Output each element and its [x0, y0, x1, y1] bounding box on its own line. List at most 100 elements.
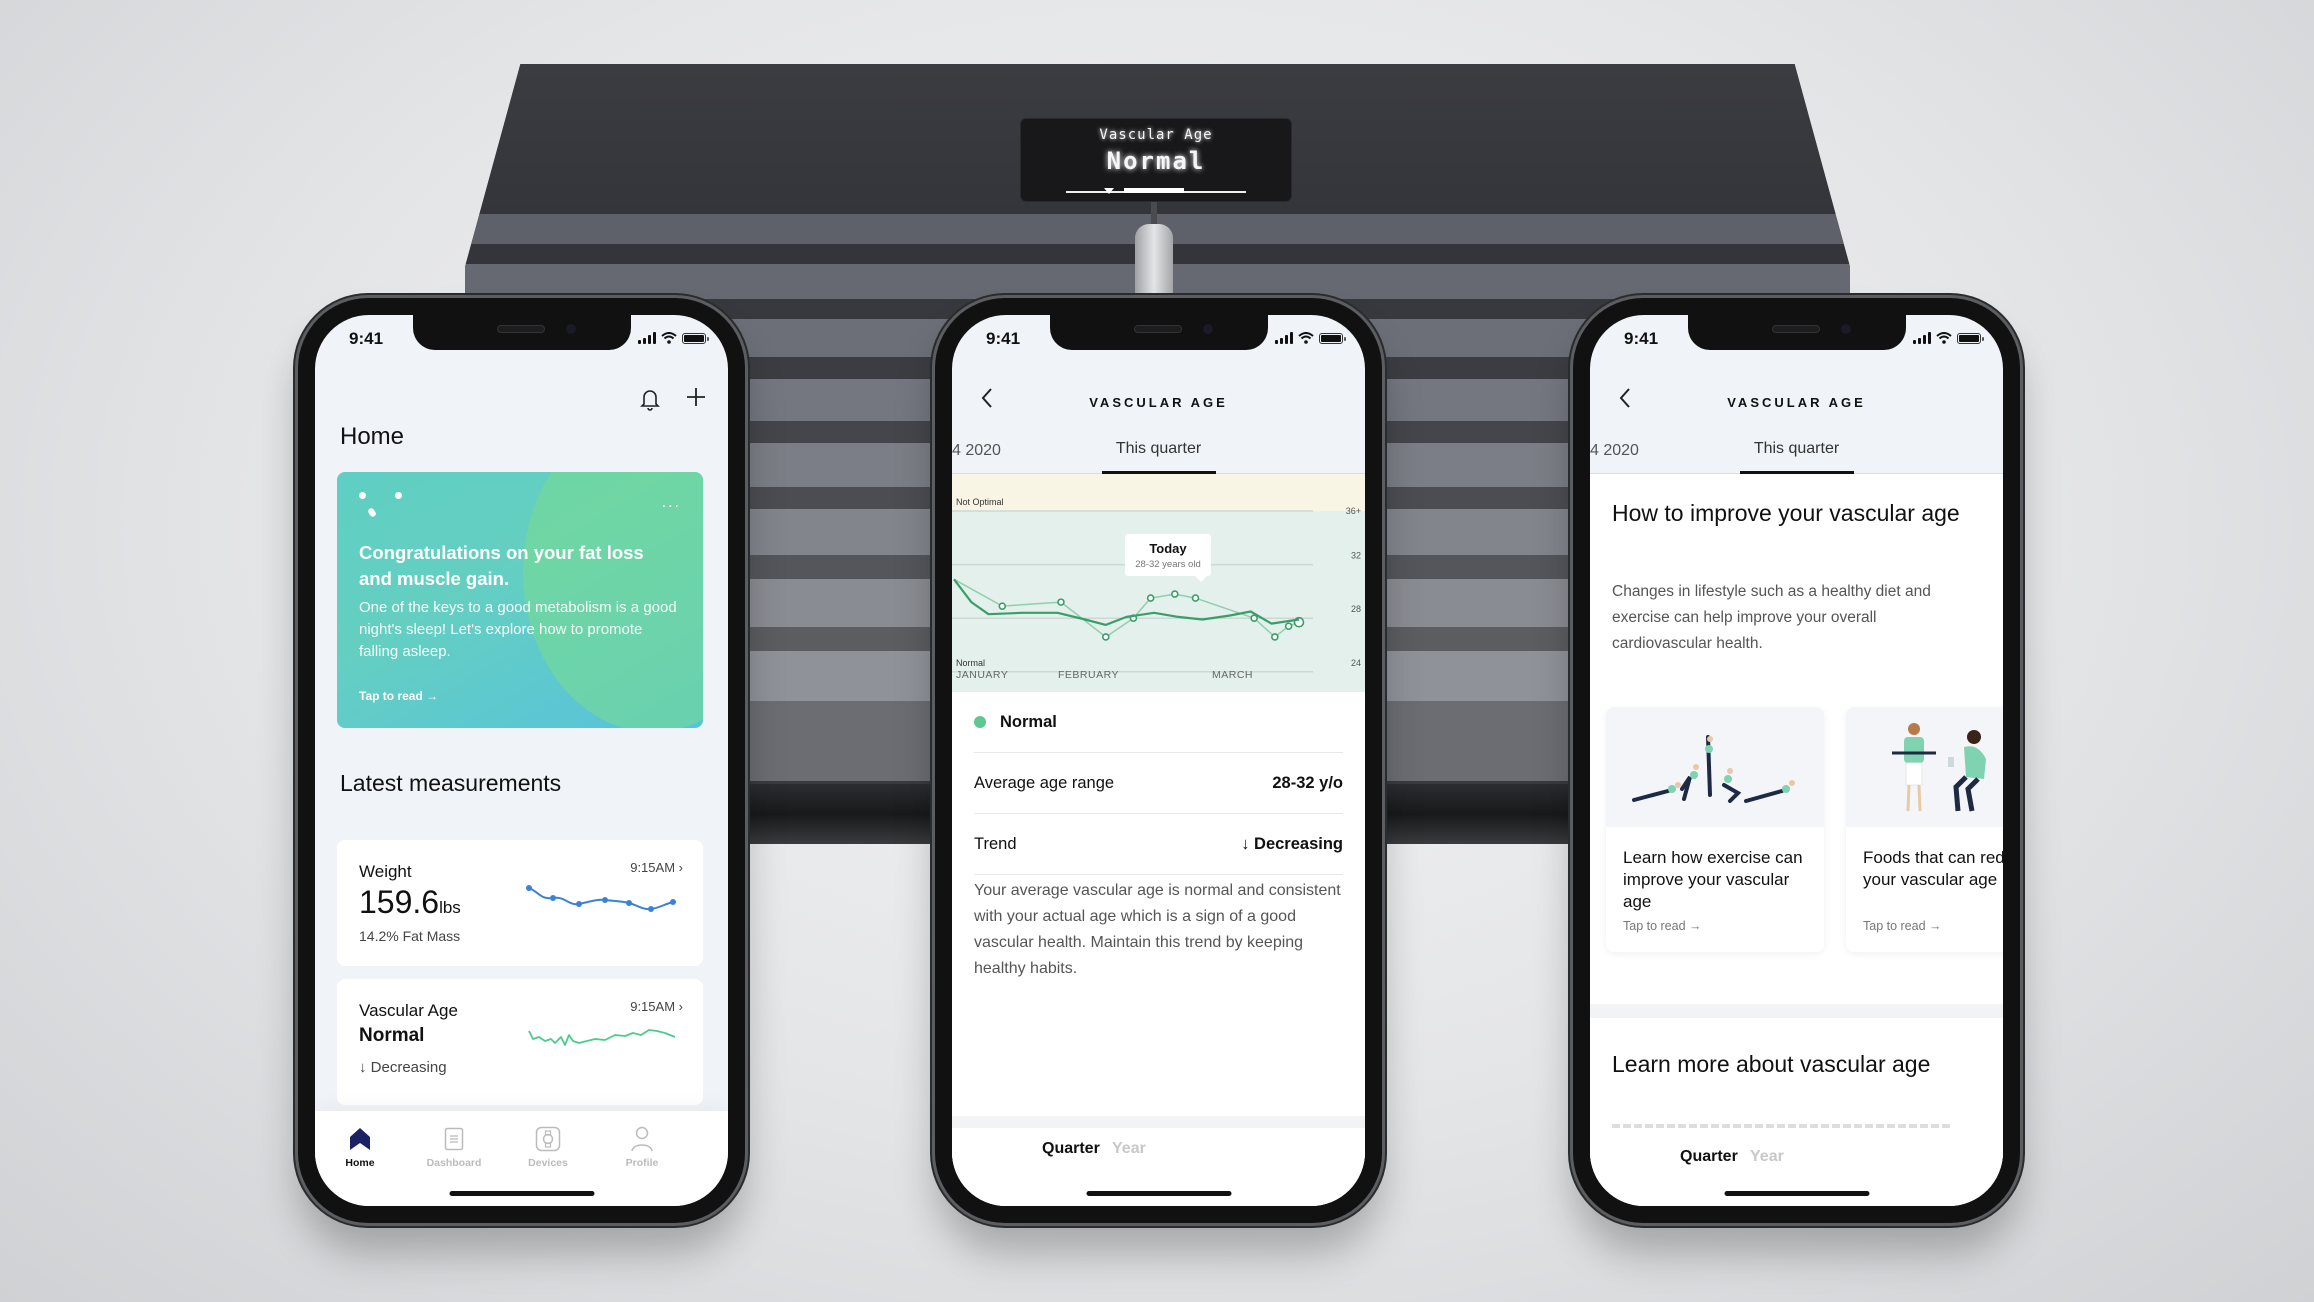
- measurement-label: Vascular Age: [359, 1001, 458, 1020]
- measurement-trend: ↓ Decreasing: [359, 1059, 447, 1076]
- chevron-right-icon: ›: [678, 860, 683, 875]
- data-point: [1271, 633, 1279, 641]
- y-tick-label: 32: [1351, 551, 1361, 561]
- dashboard-icon: [444, 1127, 464, 1151]
- measurement-label: Weight: [359, 862, 412, 881]
- home-indicator[interactable]: [1724, 1191, 1869, 1196]
- signal-icon: [1913, 332, 1931, 344]
- home-screen: 9:41 Home ... Congratulations on your fa…: [315, 315, 728, 1206]
- gauge-pointer-icon: [1104, 188, 1114, 194]
- status-dot-icon: [974, 716, 986, 729]
- signal-icon: [638, 332, 656, 344]
- period-tab-current[interactable]: This quarter: [1590, 440, 2003, 458]
- battery-icon: [682, 333, 709, 344]
- add-button[interactable]: [686, 387, 706, 416]
- row-value: ↓ Decreasing: [1241, 834, 1343, 853]
- wifi-icon: [1936, 332, 1952, 344]
- y-tick-label: 36+: [1346, 506, 1361, 516]
- segment-year[interactable]: Year: [1750, 1148, 1784, 1166]
- promo-link[interactable]: Tap to read →: [359, 689, 438, 703]
- home-icon: [350, 1128, 370, 1150]
- article-card-link[interactable]: Tap to read →: [1623, 919, 1702, 933]
- wifi-icon: [661, 332, 677, 344]
- data-point: [1250, 614, 1258, 622]
- data-point: [1171, 590, 1179, 598]
- data-point: [1284, 622, 1293, 631]
- data-point: [998, 602, 1007, 610]
- scale-display-value: Normal: [1106, 147, 1206, 175]
- article-card-link[interactable]: Tap to read →: [1863, 919, 1942, 933]
- y-tick-label: 24: [1351, 658, 1361, 668]
- article-card-exercise[interactable]: Learn how exercise can improve your vasc…: [1606, 707, 1824, 952]
- home-indicator[interactable]: [449, 1191, 594, 1196]
- exercise-illustration: [1606, 707, 1824, 827]
- scale-display: Vascular Age Normal: [1020, 118, 1292, 202]
- segment-quarter[interactable]: Quarter: [1042, 1140, 1100, 1158]
- article-panel: How to improve your vascular age Changes…: [1590, 474, 2003, 1206]
- tab-devices[interactable]: Devices: [503, 1123, 593, 1169]
- devices-icon: [535, 1126, 561, 1152]
- battery-icon: [1957, 333, 1984, 344]
- status-time: 9:41: [986, 329, 1021, 348]
- weight-sparkline: [526, 885, 676, 912]
- measurement-time: 9:15AM ›: [630, 860, 683, 875]
- article-card-foods[interactable]: Foods that can reduce your vascular age …: [1846, 707, 2003, 952]
- x-tick-label: MARCH: [1212, 669, 1253, 681]
- section-title: Latest measurements: [340, 770, 562, 796]
- status-time: 9:41: [1624, 329, 1659, 348]
- measurement-card-vascular[interactable]: Vascular Age 9:15AM › Normal ↓ Decreasin…: [337, 979, 703, 1105]
- section-title: Learn more about vascular age: [1612, 1051, 1931, 1077]
- scale-display-gauge: [1066, 188, 1246, 193]
- summary-paragraph: Your average vascular age is normal and …: [974, 882, 1341, 977]
- period-tab-current[interactable]: This quarter: [952, 440, 1365, 458]
- segment-year[interactable]: Year: [1112, 1140, 1146, 1158]
- data-point: [1146, 594, 1155, 602]
- row-value: 28-32 y/o: [1272, 773, 1343, 792]
- tab-dashboard[interactable]: Dashboard: [409, 1123, 499, 1169]
- phone-home: 9:41 Home ... Congratulations on your fa…: [298, 298, 745, 1223]
- wifi-icon: [1298, 332, 1314, 344]
- article-title: How to improve your vascular age: [1612, 500, 1960, 526]
- tooltip-title: Today: [1149, 541, 1187, 556]
- tab-home[interactable]: Home: [315, 1123, 405, 1169]
- measurement-time: 9:15AM ›: [630, 999, 683, 1014]
- truncated-text: [1612, 1124, 1952, 1128]
- vascular-age-chart: 36+32282420Not OptimalNormalOptimalJANUA…: [952, 474, 1365, 692]
- more-icon[interactable]: ...: [662, 494, 681, 512]
- phone-vascular-age: 9:41 VASCULAR AGE 4 2020 This quarter 36…: [935, 298, 1382, 1223]
- vascular-sparkline: [528, 1029, 676, 1046]
- battery-icon: [1319, 333, 1346, 344]
- article-card-title: Foods that can reduce your vascular age: [1863, 848, 2003, 889]
- article-card-title: Learn how exercise can improve your vasc…: [1623, 848, 1803, 911]
- band-label: Not Optimal: [956, 497, 1004, 507]
- band-label: Normal: [956, 658, 985, 668]
- profile-icon: [631, 1126, 653, 1152]
- measurement-line: [953, 578, 1300, 638]
- bell-icon[interactable]: [640, 387, 660, 416]
- data-point: [1057, 598, 1065, 606]
- measurement-sub: 14.2% Fat Mass: [359, 928, 461, 944]
- page-title: Home: [340, 423, 405, 450]
- segment-quarter[interactable]: Quarter: [1680, 1148, 1738, 1166]
- data-point: [1102, 633, 1110, 641]
- screen-title: VASCULAR AGE: [1089, 395, 1228, 410]
- vascular-age-screen: 9:41 VASCULAR AGE 4 2020 This quarter 36…: [952, 315, 1365, 1206]
- signal-icon: [1275, 332, 1293, 344]
- home-indicator[interactable]: [1086, 1191, 1231, 1196]
- status-label: Normal: [1000, 712, 1057, 731]
- phone-articles: 9:41 VASCULAR AGE 4 2020 This quarter Ho…: [1573, 298, 2020, 1223]
- y-tick-label: 28: [1351, 604, 1361, 614]
- x-tick-label: FEBRUARY: [1058, 669, 1119, 681]
- band-not-optimal: [952, 474, 1365, 511]
- x-tick-label: JANUARY: [956, 669, 1008, 681]
- measurement-value: 159.6lbs: [359, 884, 461, 920]
- screen-title: VASCULAR AGE: [1727, 395, 1866, 410]
- average-age-row: Average age range 28-32 y/o: [974, 753, 1343, 814]
- promo-body: One of the keys to a good metabolism is …: [359, 599, 677, 660]
- plus-icon: [687, 388, 705, 406]
- row-label: Trend: [974, 834, 1017, 853]
- promo-card[interactable]: ... Congratulations on your fat loss and…: [337, 472, 703, 728]
- tab-profile[interactable]: Profile: [597, 1123, 687, 1169]
- tooltip-subtitle: 28-32 years old: [1135, 559, 1200, 570]
- measurement-card-weight[interactable]: Weight 9:15AM › 159.6lbs 14.2% Fat Mass: [337, 840, 703, 966]
